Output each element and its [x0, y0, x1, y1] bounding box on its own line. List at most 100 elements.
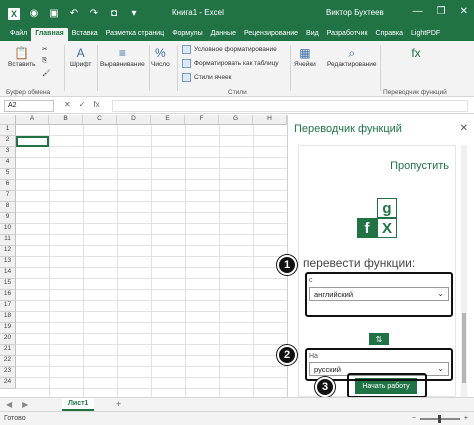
column-header[interactable]: A	[16, 115, 49, 125]
customize-toolbar-icon[interactable]: ▾	[128, 8, 140, 20]
active-cell-a2[interactable]	[16, 136, 49, 147]
function-translator-button[interactable]: fx	[408, 45, 424, 61]
sheet-tab-list1[interactable]: Лист1	[62, 398, 95, 411]
tab-lightpdf[interactable]: LightPDF	[407, 28, 444, 41]
highlight-box-from	[305, 272, 453, 317]
next-sheet-icon[interactable]: ▶	[22, 400, 28, 409]
zoom-out-icon[interactable]: −	[412, 415, 416, 422]
tab-data[interactable]: Данные	[207, 28, 240, 41]
title-bar: X ◉ ▣ ↶ ↷ ◘ ▾ Книга1 - Excel Виктор Бухт…	[0, 0, 474, 27]
row-header[interactable]: 16	[0, 290, 16, 301]
column-header[interactable]: H	[253, 115, 287, 125]
row-header[interactable]: 22	[0, 356, 16, 367]
tab-help[interactable]: Справка	[372, 28, 407, 41]
paste-button[interactable]: 📋 Вставить	[8, 45, 36, 68]
cancel-icon[interactable]: ✕	[64, 100, 71, 109]
minimize-button[interactable]: —	[413, 6, 423, 17]
excel-logo-icon: X	[8, 7, 20, 20]
row-header[interactable]: 3	[0, 147, 16, 158]
formula-input[interactable]	[112, 100, 468, 112]
function-translator-icon: fx	[411, 46, 421, 60]
column-header[interactable]: G	[219, 115, 253, 125]
alignment-button[interactable]: ≡ Выравнивание	[100, 45, 145, 68]
row-header[interactable]: 1	[0, 125, 16, 136]
prev-sheet-icon[interactable]: ◀	[6, 400, 12, 409]
editing-button[interactable]: ⌕ Редактирование	[327, 45, 377, 69]
row-header[interactable]: 6	[0, 180, 16, 191]
row-header[interactable]: 5	[0, 169, 16, 180]
tab-file[interactable]: Файл	[6, 28, 31, 41]
zoom-control[interactable]: − +	[412, 414, 468, 423]
swap-languages-button[interactable]: ⇅	[369, 333, 389, 345]
row-header[interactable]: 23	[0, 367, 16, 378]
redo-icon[interactable]: ↷	[88, 8, 100, 20]
column-header[interactable]: E	[151, 115, 185, 125]
user-name[interactable]: Виктор Бухтеев	[326, 8, 384, 17]
row-header[interactable]: 10	[0, 224, 16, 235]
cells-button[interactable]: ▦ Ячейки	[294, 45, 316, 68]
row-header[interactable]: 20	[0, 334, 16, 345]
row-header[interactable]: 19	[0, 323, 16, 334]
format-as-table-label: Форматировать как таблицу	[194, 60, 279, 67]
spreadsheet-grid[interactable]: A B C D E F G H 1 2 3 4 5 6 7 8 9 10 11 …	[0, 115, 287, 397]
highlight-box-start	[347, 373, 427, 398]
pane-scroll-thumb[interactable]	[462, 313, 466, 383]
row-header[interactable]: 2	[0, 136, 16, 147]
enter-icon[interactable]: ✓	[79, 100, 86, 109]
pane-scrollbar[interactable]	[461, 145, 467, 397]
close-button[interactable]: ✕	[460, 6, 468, 17]
format-as-table-button[interactable]: Форматировать как таблицу	[182, 59, 279, 68]
name-box[interactable]: A2	[4, 100, 54, 112]
row-header[interactable]: 21	[0, 345, 16, 356]
column-header[interactable]: F	[185, 115, 219, 125]
row-header[interactable]: 11	[0, 235, 16, 246]
camera-icon[interactable]: ◘	[108, 8, 120, 20]
row-header[interactable]: 14	[0, 268, 16, 279]
row-header[interactable]: 8	[0, 202, 16, 213]
copy-icon[interactable]: ⎘	[42, 57, 47, 65]
restore-button[interactable]: ❐	[437, 6, 446, 17]
row-header[interactable]: 18	[0, 312, 16, 323]
undo-icon[interactable]: ↶	[68, 8, 80, 20]
select-all-corner[interactable]	[0, 115, 16, 125]
zoom-slider[interactable]	[419, 414, 460, 423]
row-header[interactable]: 24	[0, 378, 16, 389]
row-header[interactable]: 4	[0, 158, 16, 169]
font-button[interactable]: A Шрифт	[70, 45, 91, 68]
format-painter-icon[interactable]: 🖌	[42, 69, 50, 77]
zoom-in-icon[interactable]: +	[464, 415, 468, 422]
column-header[interactable]: D	[117, 115, 151, 125]
conditional-formatting-button[interactable]: Условное форматирование	[182, 45, 277, 54]
callout-badge-2: 2	[277, 345, 297, 365]
gridline	[16, 300, 287, 301]
number-button[interactable]: % Число	[151, 45, 170, 68]
close-pane-icon[interactable]: ✕	[460, 123, 468, 134]
gridline	[16, 388, 287, 389]
tab-insert[interactable]: Вставка	[68, 28, 102, 41]
zoom-knob[interactable]	[437, 414, 441, 423]
insert-function-icon[interactable]: fx	[93, 100, 99, 109]
conditional-formatting-label: Условное форматирование	[194, 46, 277, 53]
skip-link[interactable]: Пропустить	[390, 160, 449, 172]
save-icon[interactable]: ▣	[48, 8, 60, 20]
tab-view[interactable]: Вид	[302, 28, 323, 41]
cut-icon[interactable]: ✂	[42, 45, 47, 53]
tab-page-layout[interactable]: Разметка страниц	[102, 28, 168, 41]
column-header[interactable]: B	[49, 115, 83, 125]
row-header[interactable]: 12	[0, 246, 16, 257]
tab-developer[interactable]: Разработчик	[323, 28, 372, 41]
gridline	[16, 135, 287, 136]
autosave-toggle-icon[interactable]: ◉	[28, 8, 40, 20]
tab-home[interactable]: Главная	[31, 28, 68, 41]
tab-review[interactable]: Рецензирование	[240, 28, 302, 41]
row-header[interactable]: 7	[0, 191, 16, 202]
row-header[interactable]: 9	[0, 213, 16, 224]
add-sheet-button[interactable]: +	[116, 399, 121, 409]
tab-formulas[interactable]: Формулы	[168, 28, 206, 41]
row-header[interactable]: 15	[0, 279, 16, 290]
column-header[interactable]: C	[83, 115, 117, 125]
row-header[interactable]: 13	[0, 257, 16, 268]
cell-styles-button[interactable]: Стили ячеек	[182, 73, 232, 82]
row-header[interactable]: 17	[0, 301, 16, 312]
status-text: Готово	[4, 415, 26, 422]
